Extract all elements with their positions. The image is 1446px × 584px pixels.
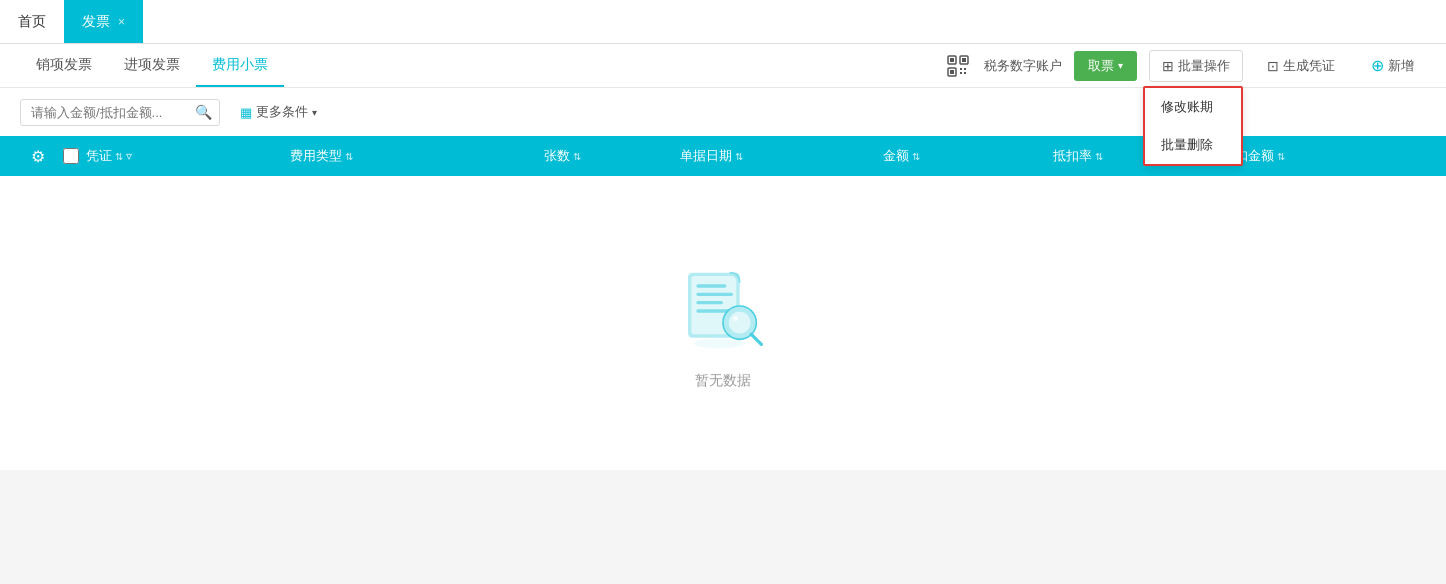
tax-digital-account[interactable]: 税务数字账户 [984, 57, 1062, 75]
amount-sort-icon[interactable]: ⇅ [912, 151, 920, 162]
filter-chevron-icon: ▾ [312, 107, 317, 118]
th-expense-label: 费用类型 [290, 147, 342, 165]
top-nav: 首页 发票 × [0, 0, 1446, 44]
dropdown-item-modify-period[interactable]: 修改账期 [1145, 88, 1241, 126]
rate-sort-icon[interactable]: ⇅ [1095, 151, 1103, 162]
count-sort-icon[interactable]: ⇅ [573, 151, 581, 162]
svg-rect-6 [960, 68, 962, 70]
close-tab-icon[interactable]: × [118, 15, 125, 29]
new-label: 新增 [1388, 57, 1414, 75]
svg-rect-9 [964, 72, 966, 74]
th-deduct: 抵扣金额 ⇅ [1222, 147, 1426, 165]
sub-nav-item-incoming[interactable]: 进项发票 [108, 44, 196, 87]
empty-illustration [673, 256, 773, 356]
expense-sort-icon[interactable]: ⇅ [345, 151, 353, 162]
empty-text: 暂无数据 [695, 372, 751, 390]
qr-code-icon[interactable] [944, 52, 972, 80]
th-amount: 金额 ⇅ [883, 147, 1053, 165]
th-checkbox [56, 148, 86, 164]
batch-operation-button[interactable]: ⊞ 批量操作 [1149, 50, 1243, 82]
svg-rect-16 [696, 309, 729, 312]
svg-rect-8 [960, 72, 962, 74]
th-amount-label: 金额 [883, 147, 909, 165]
svg-rect-13 [696, 284, 726, 287]
svg-rect-3 [962, 58, 966, 62]
quipiao-button[interactable]: 取票 ▾ [1074, 51, 1137, 81]
sub-nav-item-expense[interactable]: 费用小票 [196, 44, 284, 87]
sub-nav: 销项发票 进项发票 费用小票 税务数字账户 取票 ▾ [0, 44, 1446, 88]
new-plus-icon: ⊕ [1371, 56, 1384, 75]
th-voucher-label: 凭证 [86, 147, 112, 165]
svg-point-10 [694, 339, 744, 349]
filter-label: 更多条件 [256, 103, 308, 121]
svg-rect-14 [696, 293, 733, 296]
sub-nav-actions: 税务数字账户 取票 ▾ ⊞ 批量操作 修改账期 批量删除 ⊡ 生成凭证 ⊕ 新增 [944, 50, 1426, 82]
empty-state: 暂无数据 [0, 176, 1446, 470]
th-date: 单据日期 ⇅ [680, 147, 884, 165]
voucher-sort-icon[interactable]: ⇅ [115, 151, 123, 162]
quipiao-arrow-icon: ▾ [1118, 60, 1123, 71]
filter-icon: ▦ [240, 105, 252, 120]
th-date-label: 单据日期 [680, 147, 732, 165]
svg-point-18 [729, 312, 751, 334]
new-button[interactable]: ⊕ 新增 [1359, 50, 1426, 81]
search-icon[interactable]: 🔍 [195, 104, 212, 120]
voucher-filter-icon[interactable]: ▿ [126, 149, 132, 163]
th-settings: ⚙ [20, 147, 56, 166]
svg-rect-1 [950, 58, 954, 62]
deduct-sort-icon[interactable]: ⇅ [1277, 151, 1285, 162]
date-sort-icon[interactable]: ⇅ [735, 151, 743, 162]
batch-dropdown-menu: 修改账期 批量删除 [1143, 86, 1243, 166]
th-count-label: 张数 [544, 147, 570, 165]
svg-rect-5 [950, 70, 954, 74]
svg-point-20 [733, 316, 738, 321]
batch-label: 批量操作 [1178, 57, 1230, 75]
dropdown-item-batch-delete[interactable]: 批量删除 [1145, 126, 1241, 164]
th-voucher: 凭证 ⇅ ▿ [86, 147, 290, 165]
nav-tab-label: 发票 [82, 13, 110, 31]
generate-voucher-button[interactable]: ⊡ 生成凭证 [1255, 51, 1347, 81]
generate-label: 生成凭证 [1283, 57, 1335, 75]
nav-tab-invoice[interactable]: 发票 × [64, 0, 143, 43]
svg-rect-7 [964, 68, 966, 70]
th-rate-label: 抵扣率 [1053, 147, 1092, 165]
svg-rect-15 [696, 301, 723, 304]
generate-icon: ⊡ [1267, 58, 1279, 74]
search-input[interactable] [20, 99, 220, 126]
svg-line-19 [751, 334, 761, 344]
th-count: 张数 ⇅ [544, 147, 680, 165]
batch-operation-wrap: ⊞ 批量操作 修改账期 批量删除 [1149, 50, 1243, 82]
filter-button[interactable]: ▦ 更多条件 ▾ [232, 98, 325, 126]
sub-nav-item-sales[interactable]: 销项发票 [20, 44, 108, 87]
select-all-checkbox[interactable] [63, 148, 79, 164]
batch-icon: ⊞ [1162, 58, 1174, 74]
th-expense-type: 费用类型 ⇅ [290, 147, 544, 165]
column-settings-icon[interactable]: ⚙ [31, 147, 45, 166]
quipiao-label: 取票 [1088, 57, 1114, 75]
nav-home[interactable]: 首页 [0, 0, 64, 43]
search-wrap: 🔍 [20, 99, 220, 126]
